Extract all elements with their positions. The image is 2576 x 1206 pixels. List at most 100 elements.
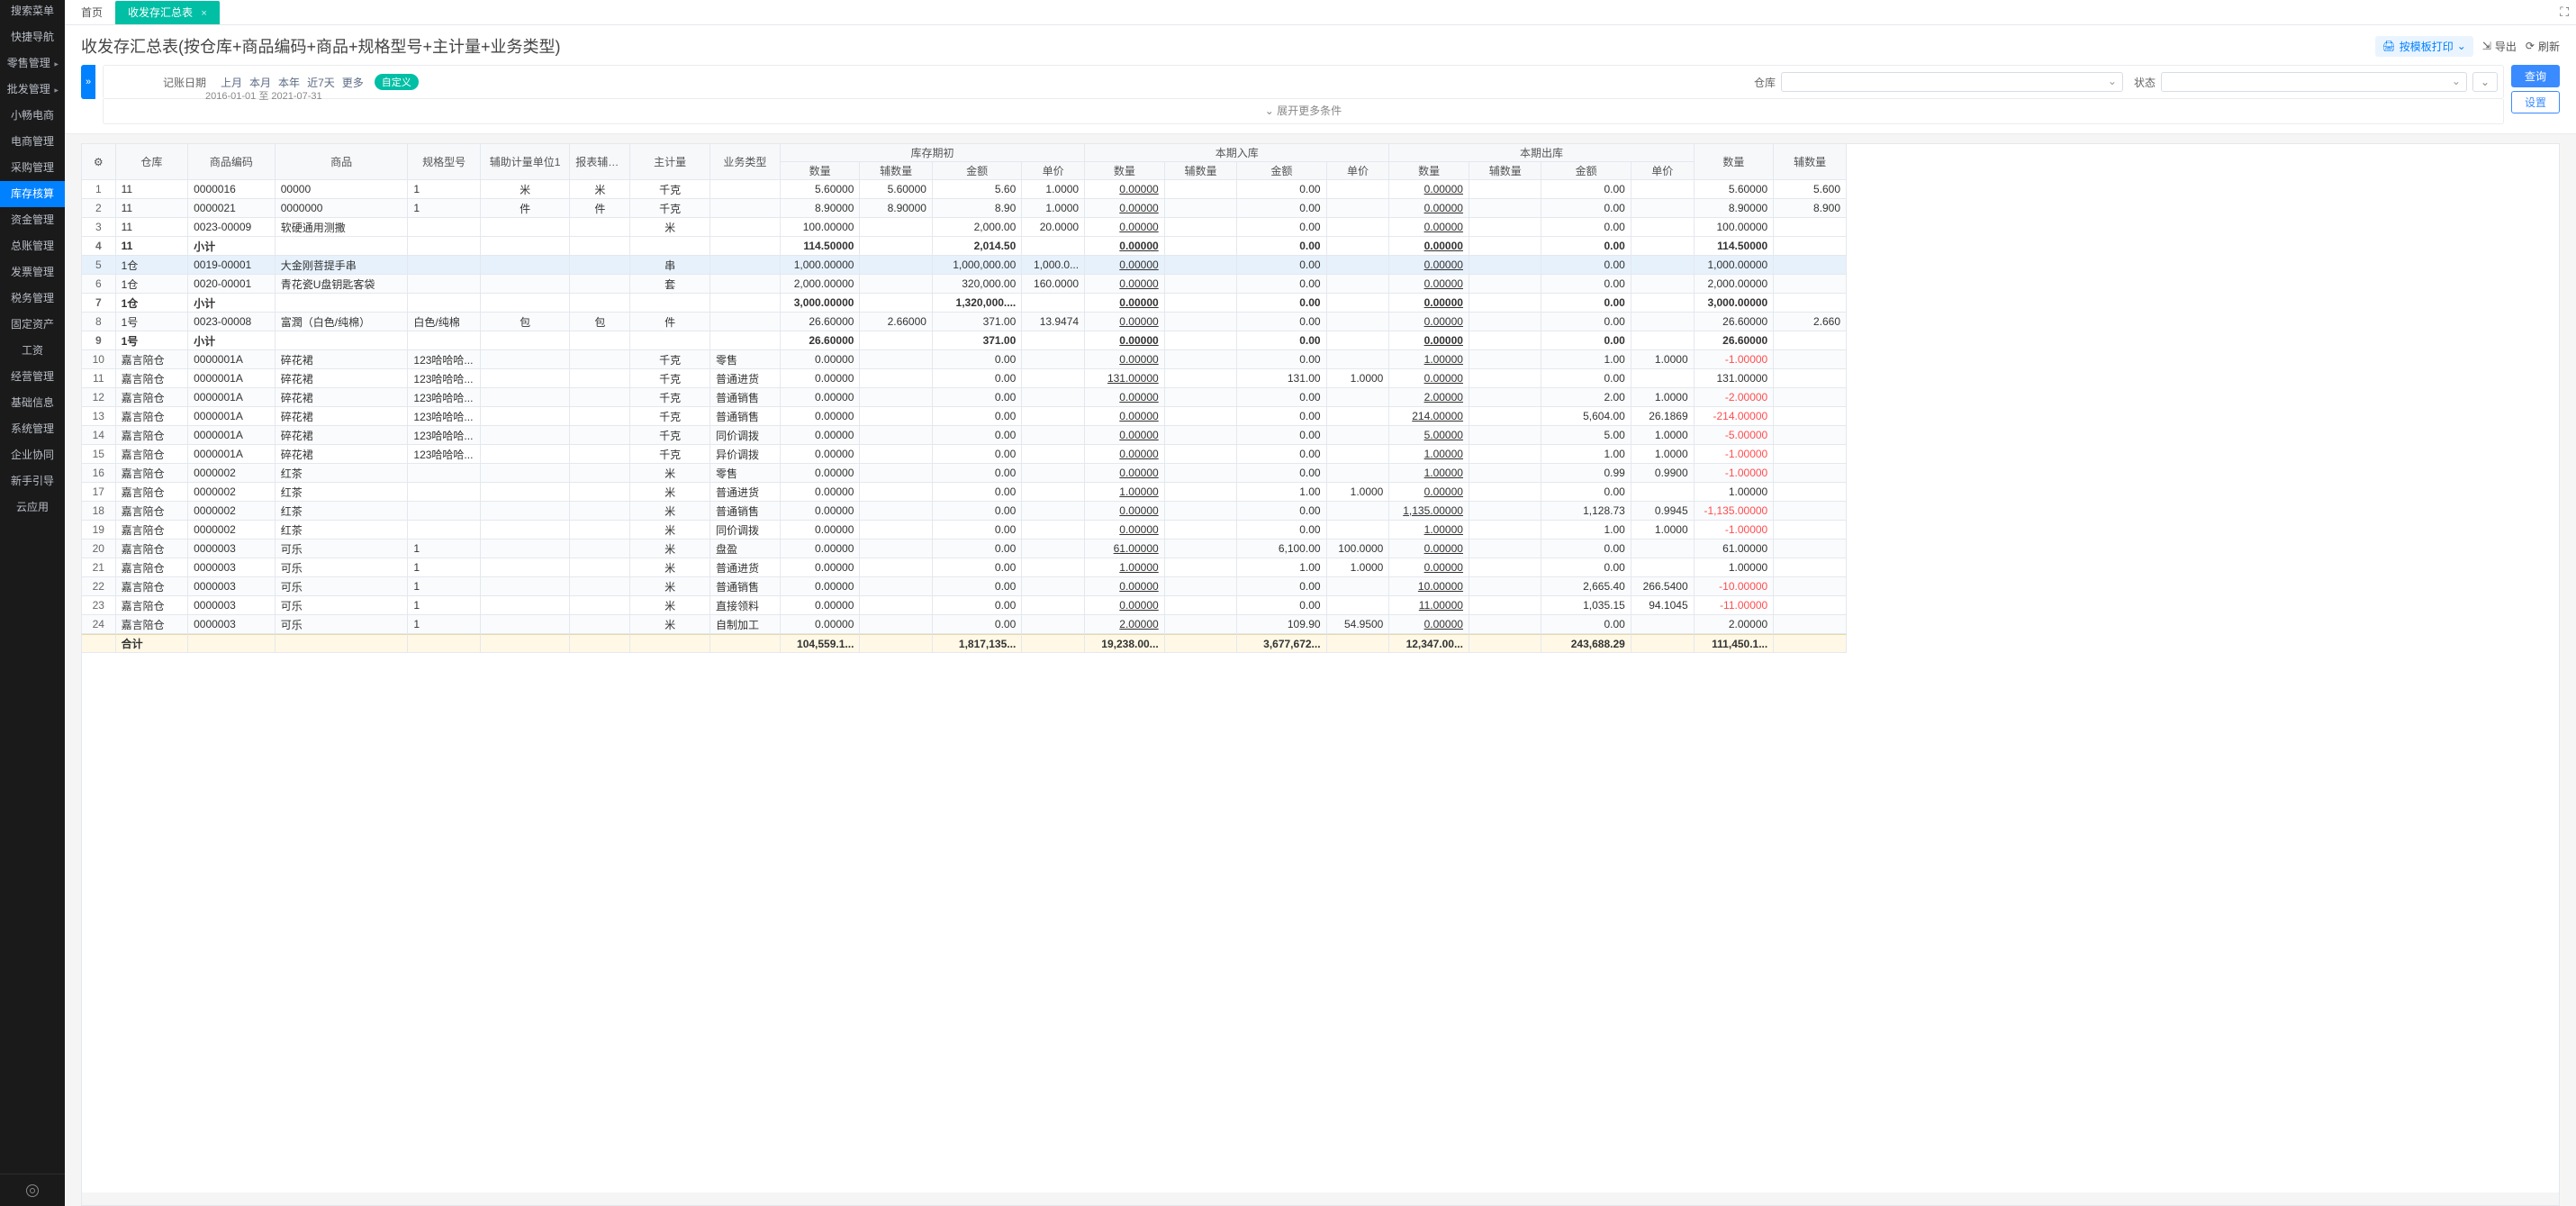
table-row[interactable]: 21嘉言陪仓0000003可乐1米普通进货0.000000.001.000001… (82, 558, 1847, 577)
th-sub-0-0[interactable]: 数量 (781, 162, 861, 180)
table-row[interactable]: 1110000016000001米米千克5.600005.600005.601.… (82, 180, 1847, 199)
date-quick-3[interactable]: 近7天 (307, 75, 335, 90)
th-warehouse[interactable]: 仓库 (116, 144, 189, 180)
sidebar-item-13[interactable]: 经营管理 (0, 364, 65, 390)
table-row[interactable]: 211000002100000001件件千克8.900008.900008.90… (82, 199, 1847, 218)
warehouse-select[interactable] (1781, 72, 2123, 92)
horizontal-scrollbar[interactable] (82, 1192, 2559, 1205)
th-aux-qty[interactable]: 辅数量 (1774, 144, 1847, 180)
sidebar-item-16[interactable]: 企业协同 (0, 442, 65, 468)
export-button[interactable]: ⇲ 导出 (2482, 39, 2517, 54)
settings-button[interactable]: 设置 (2511, 91, 2560, 113)
table-row[interactable]: 14嘉言陪仓0000001A碎花裙123哈哈哈...千克同价调拨0.000000… (82, 426, 1847, 445)
date-quick-2[interactable]: 本年 (278, 75, 300, 90)
sidebar-settings[interactable] (0, 1174, 65, 1206)
table-row[interactable]: 17嘉言陪仓0000002红茶米普通进货0.000000.001.000001.… (82, 483, 1847, 502)
th-sub-2-2[interactable]: 金额 (1541, 162, 1631, 180)
th-sub-0-2[interactable]: 金额 (933, 162, 1022, 180)
sidebar-item-4[interactable]: 电商管理 (0, 129, 65, 155)
sidebar-item-0[interactable]: 快捷导航 (0, 24, 65, 50)
table-row[interactable]: 23嘉言陪仓0000003可乐1米直接领料0.000000.000.000000… (82, 596, 1847, 615)
table-row[interactable]: 51仓0019-00001大金刚菩提手串串1,000.000001,000,00… (82, 256, 1847, 275)
th-sub-1-2[interactable]: 金额 (1237, 162, 1326, 180)
date-quick-4[interactable]: 更多 (342, 75, 364, 90)
tab-label: 收发存汇总表 (128, 6, 193, 19)
sidebar-item-10[interactable]: 税务管理 (0, 286, 65, 312)
sidebar-item-7[interactable]: 资金管理 (0, 207, 65, 233)
export-icon: ⇲ (2482, 40, 2491, 52)
sidebar-item-1[interactable]: 零售管理 (0, 50, 65, 77)
table-row[interactable]: 91号小计26.60000371.000.000000.000.000000.0… (82, 331, 1847, 350)
expand-filters[interactable]: ⌄ 展开更多条件 (103, 99, 2504, 124)
th-group-opening: 库存期初 (781, 144, 1085, 162)
th-doc-unit[interactable]: 报表辅单位 (570, 144, 630, 180)
column-settings-button[interactable]: ⚙ (82, 144, 116, 180)
custom-date-pill[interactable]: 自定义 (375, 74, 419, 90)
sidebar-item-15[interactable]: 系统管理 (0, 416, 65, 442)
th-sub-1-3[interactable]: 单价 (1327, 162, 1390, 180)
tab-summary[interactable]: 收发存汇总表 × (115, 1, 220, 24)
table-row[interactable]: 12嘉言陪仓0000001A碎花裙123哈哈哈...千克普通销售0.000000… (82, 388, 1847, 407)
sidebar-item-3[interactable]: 小畅电商 (0, 103, 65, 129)
th-main-unit[interactable]: 主计量 (630, 144, 710, 180)
sidebar-item-11[interactable]: 固定资产 (0, 312, 65, 338)
refresh-icon: ⟳ (2526, 40, 2535, 52)
date-quick-0[interactable]: 上月 (221, 75, 242, 90)
sidebar-search[interactable]: 搜索菜单 (4, 4, 61, 19)
caret-down-icon: ⌄ (2457, 40, 2466, 52)
table-row[interactable]: 22嘉言陪仓0000003可乐1米普通销售0.000000.000.000000… (82, 577, 1847, 596)
table-row[interactable]: 411小计114.500002,014.500.000000.000.00000… (82, 237, 1847, 256)
table-row[interactable]: 11嘉言陪仓0000001A碎花裙123哈哈哈...千克普通进货0.000000… (82, 369, 1847, 388)
table-row[interactable]: 13嘉言陪仓0000001A碎花裙123哈哈哈...千克普通销售0.000000… (82, 407, 1847, 426)
sidebar-item-14[interactable]: 基础信息 (0, 390, 65, 416)
sidebar: 搜索菜单 快捷导航零售管理批发管理小畅电商电商管理采购管理库存核算资金管理总账管… (0, 0, 65, 1206)
th-biz-type[interactable]: 业务类型 (710, 144, 781, 180)
table-row[interactable]: 20嘉言陪仓0000003可乐1米盘盈0.000000.0061.000006,… (82, 540, 1847, 558)
close-icon[interactable]: × (201, 8, 206, 19)
th-product[interactable]: 商品 (276, 144, 409, 180)
date-quick-1[interactable]: 本月 (249, 75, 271, 90)
search-button[interactable]: 查询 (2511, 65, 2560, 87)
th-sub-2-1[interactable]: 辅数量 (1469, 162, 1542, 180)
warehouse-label: 仓库 (1754, 75, 1776, 90)
th-code[interactable]: 商品编码 (188, 144, 276, 180)
th-sub-2-0[interactable]: 数量 (1389, 162, 1469, 180)
sidebar-item-17[interactable]: 新手引导 (0, 468, 65, 494)
table-row[interactable]: 71仓小计3,000.000001,320,000....0.000000.00… (82, 294, 1847, 313)
chevron-down-icon: ⌄ (1265, 104, 1277, 117)
status-label: 状态 (2134, 75, 2156, 90)
sidebar-item-18[interactable]: 云应用 (0, 494, 65, 521)
th-spec[interactable]: 规格型号 (408, 144, 481, 180)
table-row[interactable]: 10嘉言陪仓0000001A碎花裙123哈哈哈...千克零售0.000000.0… (82, 350, 1847, 369)
table-row[interactable]: 61仓0020-00001青花瓷U盘钥匙客袋套2,000.00000320,00… (82, 275, 1847, 294)
table-row[interactable]: 16嘉言陪仓0000002红茶米零售0.000000.000.000000.00… (82, 464, 1847, 483)
status-select[interactable] (2161, 72, 2467, 92)
status-extra[interactable]: ⌄ (2472, 72, 2498, 92)
sidebar-item-6[interactable]: 库存核算 (0, 181, 65, 207)
table-row[interactable]: 81号0023-00008富潤（白色/纯棉）白色/纯棉包包件26.600002.… (82, 313, 1847, 331)
sidebar-item-5[interactable]: 采购管理 (0, 155, 65, 181)
table-row[interactable]: 15嘉言陪仓0000001A碎花裙123哈哈哈...千克异价调拨0.000000… (82, 445, 1847, 464)
th-group-out: 本期出库 (1389, 144, 1694, 162)
filter-date-label: 记账日期 (163, 75, 206, 90)
sidebar-item-2[interactable]: 批发管理 (0, 77, 65, 103)
th-sub-0-1[interactable]: 辅数量 (860, 162, 933, 180)
sidebar-item-12[interactable]: 工资 (0, 338, 65, 364)
print-button[interactable]: 🖨 按模板打印 ⌄ (2375, 36, 2473, 57)
refresh-button[interactable]: ⟳ 刷新 (2526, 39, 2560, 54)
fullscreen-button[interactable]: ⛶ (2553, 1, 2576, 23)
table-row[interactable]: 3110023-00009软硬通用测撒米100.000002,000.0020.… (82, 218, 1847, 237)
collapse-filter-button[interactable]: » (81, 65, 95, 99)
sidebar-item-9[interactable]: 发票管理 (0, 259, 65, 286)
th-sub-1-1[interactable]: 辅数量 (1165, 162, 1238, 180)
table-row[interactable]: 19嘉言陪仓0000002红茶米同价调拨0.000000.000.000000.… (82, 521, 1847, 540)
tab-home[interactable]: 首页 (68, 1, 115, 24)
th-sub-2-3[interactable]: 单价 (1631, 162, 1695, 180)
table-row[interactable]: 24嘉言陪仓0000003可乐1米自制加工0.000000.002.000001… (82, 615, 1847, 634)
th-aux-unit[interactable]: 辅助计量单位1 (481, 144, 570, 180)
th-sub-0-3[interactable]: 单价 (1022, 162, 1085, 180)
table-row[interactable]: 18嘉言陪仓0000002红茶米普通销售0.000000.000.000000.… (82, 502, 1847, 521)
sidebar-item-8[interactable]: 总账管理 (0, 233, 65, 259)
th-sub-1-0[interactable]: 数量 (1085, 162, 1165, 180)
th-qty[interactable]: 数量 (1695, 144, 1775, 180)
